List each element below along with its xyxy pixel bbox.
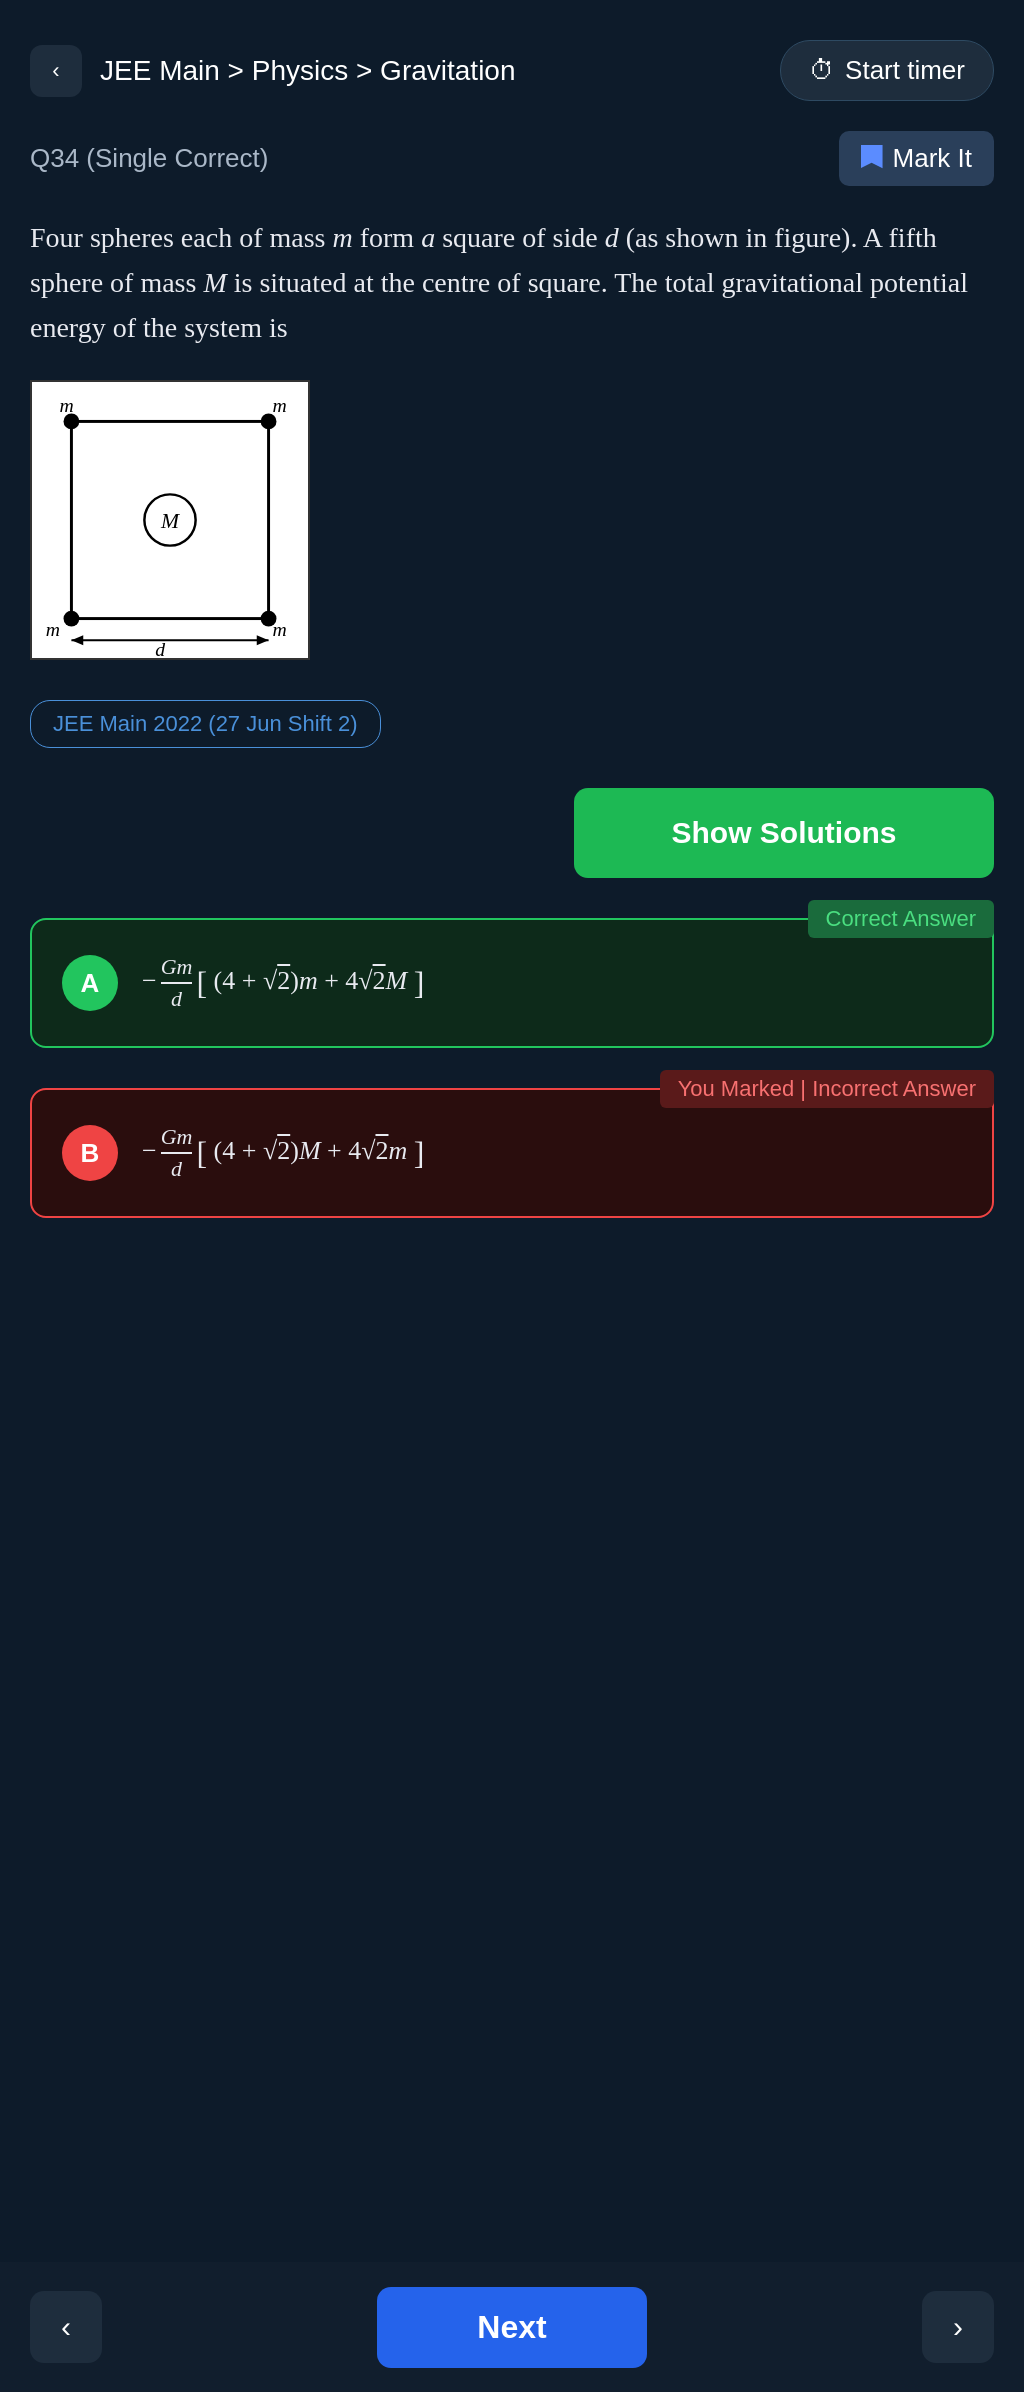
option-b-formula: − Gm d ​[ (4 + √2)M + 4√2m ] bbox=[142, 1124, 424, 1182]
incorrect-answer-wrapper: You Marked | Incorrect Answer B − Gm d ​… bbox=[30, 1088, 994, 1218]
breadcrumb: JEE Main > Physics > Gravitation bbox=[100, 55, 516, 87]
svg-text:d: d bbox=[155, 638, 165, 658]
bottom-spacer bbox=[0, 1288, 1024, 1438]
header: ‹ JEE Main > Physics > Gravitation ⏱ Sta… bbox=[0, 0, 1024, 121]
svg-text:m: m bbox=[60, 394, 74, 416]
option-b-circle: B bbox=[62, 1125, 118, 1181]
diagram-container: M m m m m d bbox=[30, 380, 330, 660]
show-solutions-button[interactable]: Show Solutions bbox=[574, 788, 994, 878]
svg-text:M: M bbox=[160, 509, 181, 533]
svg-point-3 bbox=[261, 414, 277, 430]
start-timer-button[interactable]: ⏱ Start timer bbox=[780, 40, 994, 101]
bookmark-icon bbox=[861, 145, 883, 173]
question-label: Q34 (Single Correct) bbox=[30, 143, 268, 174]
diagram-figure: M m m m m d bbox=[30, 380, 310, 660]
exam-tag: JEE Main 2022 (27 Jun Shift 2) bbox=[30, 700, 381, 748]
forward-button[interactable]: › bbox=[922, 2291, 994, 2363]
mark-it-label: Mark It bbox=[893, 143, 972, 174]
option-a-circle: A bbox=[62, 955, 118, 1011]
next-button[interactable]: Next bbox=[377, 2287, 646, 2368]
option-a-formula: − Gm d ​[ (4 + √2)m + 4√2M ] bbox=[142, 954, 424, 1012]
incorrect-answer-badge: You Marked | Incorrect Answer bbox=[660, 1070, 994, 1108]
tag-container: JEE Main 2022 (27 Jun Shift 2) bbox=[0, 690, 1024, 778]
svg-text:m: m bbox=[273, 394, 287, 416]
bottom-nav: ‹ Next › bbox=[0, 2262, 1024, 2392]
correct-answer-wrapper: Correct Answer A − Gm d ​[ (4 + √2)m + 4… bbox=[30, 918, 994, 1048]
timer-label: Start timer bbox=[845, 55, 965, 86]
correct-answer-badge: Correct Answer bbox=[808, 900, 994, 938]
question-text: Four spheres each of mass m form a squar… bbox=[0, 206, 1024, 370]
show-solutions-container: Show Solutions bbox=[0, 778, 1024, 918]
svg-text:m: m bbox=[273, 619, 287, 641]
mark-it-button[interactable]: Mark It bbox=[839, 131, 994, 186]
svg-point-2 bbox=[64, 414, 80, 430]
timer-icon: ⏱ bbox=[809, 55, 835, 86]
question-header: Q34 (Single Correct) Mark It bbox=[0, 121, 1024, 206]
answer-section: Correct Answer A − Gm d ​[ (4 + √2)m + 4… bbox=[0, 918, 1024, 1288]
svg-text:m: m bbox=[46, 619, 60, 641]
header-left: ‹ JEE Main > Physics > Gravitation bbox=[30, 45, 516, 97]
back-button[interactable]: ‹ bbox=[30, 45, 82, 97]
prev-button[interactable]: ‹ bbox=[30, 2291, 102, 2363]
svg-point-4 bbox=[64, 611, 80, 627]
